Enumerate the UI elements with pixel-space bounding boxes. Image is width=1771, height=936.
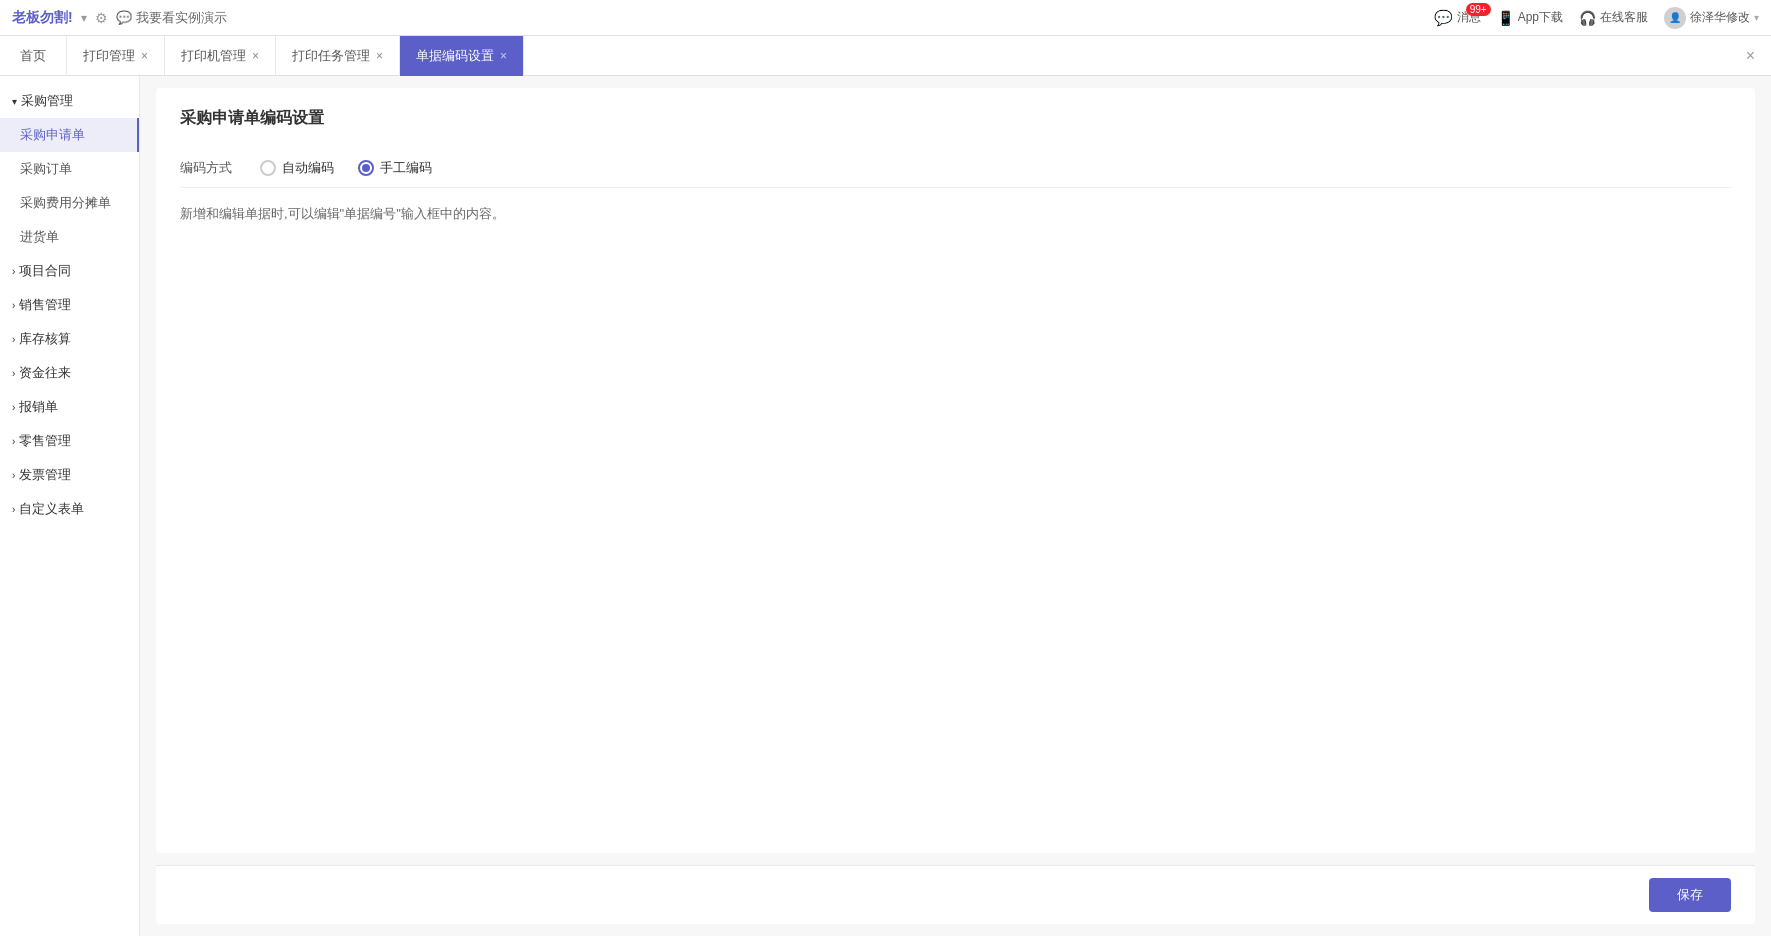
sidebar-group-finance: › 资金往来 <box>0 356 139 390</box>
radio-auto-circle <box>260 160 276 176</box>
app-logo: 老板勿割! <box>12 9 73 27</box>
tab-encoding-settings-close[interactable]: × <box>500 49 507 63</box>
tab-bar-close-all[interactable]: × <box>1730 47 1771 65</box>
tab-home[interactable]: 首页 <box>0 36 67 76</box>
sidebar-group-invoice: › 发票管理 <box>0 458 139 492</box>
tab-printer-manage-label: 打印机管理 <box>181 47 246 65</box>
app-download-button[interactable]: 📱 App下载 <box>1497 9 1563 26</box>
chevron-right-icon: › <box>12 504 15 515</box>
main-layout: ▾ 采购管理 采购申请单 采购订单 采购费用分摊单 进货单 › 项目合同 <box>0 76 1771 936</box>
chevron-right-icon: › <box>12 470 15 481</box>
sidebar-item-incoming[interactable]: 进货单 <box>0 220 139 254</box>
tab-encoding-settings-label: 单据编码设置 <box>416 47 494 65</box>
tab-printer-manage[interactable]: 打印机管理 × <box>165 36 276 76</box>
chevron-right-icon: › <box>12 300 15 311</box>
content-footer: 保存 <box>156 865 1755 924</box>
tab-print-manage-label: 打印管理 <box>83 47 135 65</box>
sidebar-group-project: › 项目合同 <box>0 254 139 288</box>
tab-bar: 首页 打印管理 × 打印机管理 × 打印任务管理 × 单据编码设置 × × <box>0 36 1771 76</box>
sidebar-group-retail: › 零售管理 <box>0 424 139 458</box>
hint-text: 新增和编辑单据时,可以编辑"单据编号"输入框中的内容。 <box>180 204 1731 225</box>
top-bar: 老板勿割! ▾ ⚙ 💬 我要看实例演示 💬 消息 99+ 📱 App下载 🎧 在… <box>0 0 1771 36</box>
save-button[interactable]: 保存 <box>1649 878 1731 912</box>
chevron-right-icon: › <box>12 402 15 413</box>
online-service-button[interactable]: 🎧 在线客服 <box>1579 9 1648 26</box>
sidebar-group-project-title[interactable]: › 项目合同 <box>0 254 139 288</box>
sidebar-group-retail-title[interactable]: › 零售管理 <box>0 424 139 458</box>
sidebar: ▾ 采购管理 采购申请单 采购订单 采购费用分摊单 进货单 › 项目合同 <box>0 76 140 936</box>
encoding-label: 编码方式 <box>180 159 260 177</box>
download-icon: 📱 <box>1497 10 1514 26</box>
tab-printer-manage-close[interactable]: × <box>252 49 259 63</box>
chevron-down-icon: ▾ <box>1754 12 1759 23</box>
chevron-right-icon: › <box>12 368 15 379</box>
message-button[interactable]: 💬 消息 99+ <box>1434 9 1481 27</box>
sidebar-group-finance-title[interactable]: › 资金往来 <box>0 356 139 390</box>
tab-print-task-close[interactable]: × <box>376 49 383 63</box>
page-title: 采购申请单编码设置 <box>180 108 1731 129</box>
chevron-right-icon: › <box>12 436 15 447</box>
content-panel: 采购申请单编码设置 编码方式 自动编码 手工编码 新增和编辑单据时,可以编辑"单… <box>156 88 1755 853</box>
content: 采购申请单编码设置 编码方式 自动编码 手工编码 新增和编辑单据时,可以编辑"单… <box>140 76 1771 936</box>
radio-manual-code[interactable]: 手工编码 <box>358 159 432 177</box>
user-menu[interactable]: 👤 徐泽华修改 ▾ <box>1664 7 1759 29</box>
sidebar-group-invoice-title[interactable]: › 发票管理 <box>0 458 139 492</box>
chevron-down-icon[interactable]: ▾ <box>81 11 87 25</box>
radio-auto-label: 自动编码 <box>282 159 334 177</box>
demo-link[interactable]: 💬 我要看实例演示 <box>116 9 227 27</box>
tab-home-label: 首页 <box>20 47 46 65</box>
tab-print-task[interactable]: 打印任务管理 × <box>276 36 400 76</box>
sidebar-group-expense-report: › 报销单 <box>0 390 139 424</box>
radio-group: 自动编码 手工编码 <box>260 159 432 177</box>
sidebar-group-inventory: › 库存核算 <box>0 322 139 356</box>
radio-auto-code[interactable]: 自动编码 <box>260 159 334 177</box>
sidebar-group-purchase-title[interactable]: ▾ 采购管理 <box>0 84 139 118</box>
tab-encoding-settings[interactable]: 单据编码设置 × <box>400 36 524 76</box>
message-badge: 99+ <box>1466 3 1491 16</box>
top-bar-left: 老板勿割! ▾ ⚙ 💬 我要看实例演示 <box>12 9 227 27</box>
radio-manual-label: 手工编码 <box>380 159 432 177</box>
sidebar-group-custom-form-title[interactable]: › 自定义表单 <box>0 492 139 526</box>
sidebar-item-purchase-expense[interactable]: 采购费用分摊单 <box>0 186 139 220</box>
tab-print-task-label: 打印任务管理 <box>292 47 370 65</box>
chevron-down-icon: ▾ <box>12 96 17 107</box>
sidebar-group-sales-title[interactable]: › 销售管理 <box>0 288 139 322</box>
avatar: 👤 <box>1664 7 1686 29</box>
sidebar-group-purchase: ▾ 采购管理 采购申请单 采购订单 采购费用分摊单 进货单 <box>0 84 139 254</box>
sidebar-group-inventory-title[interactable]: › 库存核算 <box>0 322 139 356</box>
chevron-right-icon: › <box>12 334 15 345</box>
encoding-row: 编码方式 自动编码 手工编码 <box>180 149 1731 188</box>
tab-print-manage-close[interactable]: × <box>141 49 148 63</box>
tab-print-manage[interactable]: 打印管理 × <box>67 36 165 76</box>
sidebar-item-purchase-request[interactable]: 采购申请单 <box>0 118 139 152</box>
headset-icon: 🎧 <box>1579 10 1596 26</box>
chevron-right-icon: › <box>12 266 15 277</box>
sidebar-group-custom-form: › 自定义表单 <box>0 492 139 526</box>
radio-manual-circle <box>358 160 374 176</box>
message-icon: 💬 <box>1434 9 1453 27</box>
settings-icon[interactable]: ⚙ <box>95 10 108 26</box>
top-bar-right: 💬 消息 99+ 📱 App下载 🎧 在线客服 👤 徐泽华修改 ▾ <box>1434 7 1759 29</box>
sidebar-group-sales: › 销售管理 <box>0 288 139 322</box>
sidebar-group-expense-report-title[interactable]: › 报销单 <box>0 390 139 424</box>
sidebar-item-purchase-order[interactable]: 采购订单 <box>0 152 139 186</box>
